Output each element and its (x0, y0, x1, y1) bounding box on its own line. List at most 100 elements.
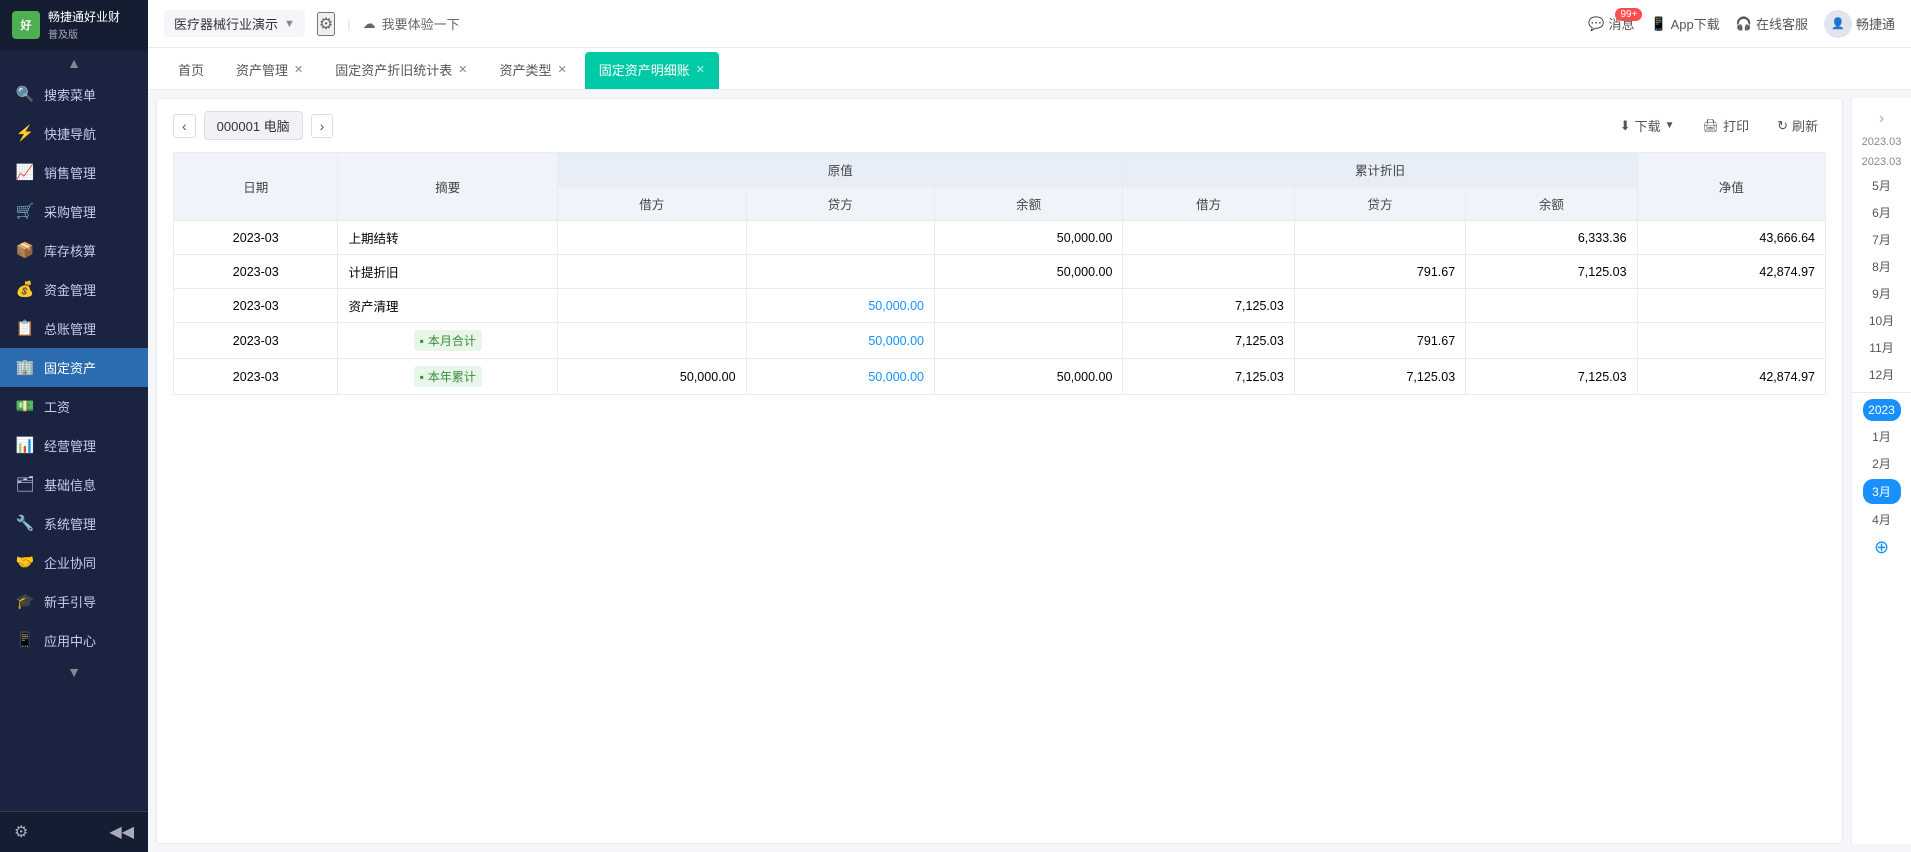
download-button[interactable]: ⬇ 下载 ▼ (1612, 112, 1683, 139)
date-cell: 2023-03 (174, 323, 338, 359)
data-table: 日期 摘要 原值 累计折旧 净值 借方 贷方 余额 借方 贷方 余额 (173, 152, 1826, 395)
sidebar-item-basic-info[interactable]: 🗂 基础信息 (0, 465, 148, 504)
tab-depreciation-close[interactable]: ✕ (458, 63, 467, 76)
sidebar-item-label: 新手引导 (44, 592, 96, 611)
print-button[interactable]: 🖨 打印 (1695, 112, 1758, 139)
col-orig-credit: 贷方 (746, 187, 934, 221)
sidebar-item-payroll[interactable]: 💵 工资 (0, 387, 148, 426)
tab-fixed-asset-detail[interactable]: 固定资产明细账 ✕ (585, 52, 719, 89)
user-menu[interactable]: 👤 畅捷通 (1824, 10, 1895, 38)
fixed-assets-icon: 🏢 (16, 358, 34, 376)
download-label: 下载 (1635, 116, 1661, 135)
tab-depreciation[interactable]: 固定资产折旧统计表 ✕ (321, 52, 481, 89)
user-label: 畅捷通 (1856, 14, 1895, 33)
tab-asset-mgmt[interactable]: 资产管理 ✕ (222, 52, 317, 89)
refresh-button[interactable]: ↻ 刷新 (1769, 112, 1826, 139)
acc-debit-cell (1123, 255, 1294, 289)
date-nav-month-3-active[interactable]: 3月 (1863, 479, 1901, 504)
date-nav-month-8[interactable]: 8月 (1852, 253, 1911, 280)
sidebar-item-funds[interactable]: 💰 资金管理 (0, 270, 148, 309)
experience-icon: ☁ (363, 16, 376, 32)
sidebar-item-app-center[interactable]: 📱 应用中心 (0, 621, 148, 660)
sidebar-item-ledger[interactable]: 📋 总账管理 (0, 309, 148, 348)
tab-asset-type-close[interactable]: ✕ (558, 63, 567, 76)
orig-credit-cell (746, 255, 934, 289)
cooperation-icon: 🤝 (16, 553, 34, 571)
messages-button[interactable]: 💬 消息 99+ (1588, 14, 1634, 33)
table-row: 2023-03 ▪本月合计 50,000.00 7,125.03 791.67 (174, 323, 1826, 359)
sidebar-item-purchase[interactable]: 🛒 采购管理 (0, 192, 148, 231)
sidebar-item-quick-nav[interactable]: ⚡ 快捷导航 (0, 114, 148, 153)
acc-balance-cell: 7,125.03 (1466, 255, 1637, 289)
tab-fixed-asset-detail-close[interactable]: ✕ (696, 63, 705, 76)
avatar: 👤 (1824, 10, 1852, 38)
net-value-cell (1637, 323, 1825, 359)
net-value-cell: 43,666.64 (1637, 221, 1825, 255)
search-icon: 🔍 (16, 85, 34, 103)
acc-credit-cell: 791.67 (1294, 255, 1465, 289)
acc-credit-cell (1294, 289, 1465, 323)
sidebar-item-label: 经营管理 (44, 436, 96, 455)
acc-debit-cell: 7,125.03 (1123, 289, 1294, 323)
prev-asset-button[interactable]: ‹ (173, 114, 196, 138)
main-panel: ‹ 000001 电脑 › ⬇ 下载 ▼ 🖨 打印 ↻ (156, 98, 1843, 844)
summary-cell: ▪本月合计 (338, 323, 558, 359)
sidebar-item-cooperation[interactable]: 🤝 企业协同 (0, 543, 148, 582)
acc-balance-cell (1466, 289, 1637, 323)
date-nav-expand[interactable]: ⊕ (1870, 533, 1893, 562)
collapse-icon[interactable]: ◀◀ (109, 822, 134, 842)
sidebar-item-search[interactable]: 🔍 搜索菜单 (0, 75, 148, 114)
company-selector[interactable]: 医疗器械行业演示 ▼ (164, 10, 305, 37)
col-orig-debit: 借方 (558, 187, 746, 221)
orig-debit-cell (558, 221, 746, 255)
date-nav-collapse[interactable]: › (1875, 106, 1888, 132)
date-nav-month-7[interactable]: 7月 (1852, 226, 1911, 253)
sidebar-item-fixed-assets[interactable]: 🏢 固定资产 (0, 348, 148, 387)
sidebar-item-guide[interactable]: 🎓 新手引导 (0, 582, 148, 621)
orig-credit-cell (746, 221, 934, 255)
sidebar-scroll-up[interactable]: ▲ (0, 51, 148, 75)
date-nav-month-10[interactable]: 10月 (1852, 307, 1911, 334)
sidebar-item-operations[interactable]: 📊 经营管理 (0, 426, 148, 465)
settings-icon[interactable]: ⚙ (14, 822, 28, 842)
date-nav-month-1[interactable]: 1月 (1852, 423, 1911, 450)
experience-button[interactable]: ☁ 我要体验一下 (363, 14, 460, 33)
sidebar-item-system[interactable]: 🔧 系统管理 (0, 504, 148, 543)
next-asset-button[interactable]: › (311, 114, 334, 138)
date-nav-month-9[interactable]: 9月 (1852, 280, 1911, 307)
date-nav-month-12[interactable]: 12月 (1852, 361, 1911, 388)
tab-asset-type[interactable]: 资产类型 ✕ (485, 52, 580, 89)
sidebar-item-label: 固定资产 (44, 358, 96, 377)
customer-service-button[interactable]: 🎧 在线客服 (1736, 14, 1808, 33)
sidebar-item-sales[interactable]: 📈 销售管理 (0, 153, 148, 192)
app-download-button[interactable]: 📱 App下载 (1650, 14, 1719, 33)
sidebar-header: 好 畅捷通好业财 普及版 (0, 0, 148, 51)
acc-debit-cell (1123, 221, 1294, 255)
funds-icon: 💰 (16, 280, 34, 298)
net-value-cell: 42,874.97 (1637, 359, 1825, 395)
col-acc-balance: 余额 (1466, 187, 1637, 221)
inventory-icon: 📦 (16, 241, 34, 259)
sidebar-item-label: 基础信息 (44, 475, 96, 494)
date-nav-month-5[interactable]: 5月 (1852, 172, 1911, 199)
orig-debit-cell: 50,000.00 (558, 359, 746, 395)
date-nav-month-2[interactable]: 2月 (1852, 450, 1911, 477)
date-nav-month-4[interactable]: 4月 (1852, 506, 1911, 533)
sidebar-item-inventory[interactable]: 📦 库存核算 (0, 231, 148, 270)
date-nav-year-2023[interactable]: 2023 (1863, 399, 1901, 421)
col-acc-debit: 借方 (1123, 187, 1294, 221)
app-center-icon: 📱 (16, 631, 34, 649)
date-nav-month-6[interactable]: 6月 (1852, 199, 1911, 226)
sidebar-scroll-down[interactable]: ▼ (0, 660, 148, 684)
settings-button[interactable]: ⚙ (317, 12, 335, 36)
date-cell: 2023-03 (174, 221, 338, 255)
operations-icon: 📊 (16, 436, 34, 454)
content-area: ‹ 000001 电脑 › ⬇ 下载 ▼ 🖨 打印 ↻ (148, 90, 1911, 852)
date-nav-header1: 2023.03 (1862, 132, 1902, 152)
date-nav-header2: 2023.03 (1862, 152, 1902, 172)
date-nav-month-11[interactable]: 11月 (1852, 334, 1911, 361)
print-label: 打印 (1723, 116, 1749, 135)
tab-asset-mgmt-close[interactable]: ✕ (294, 63, 303, 76)
tab-home[interactable]: 首页 (164, 52, 218, 89)
acc-credit-cell (1294, 221, 1465, 255)
